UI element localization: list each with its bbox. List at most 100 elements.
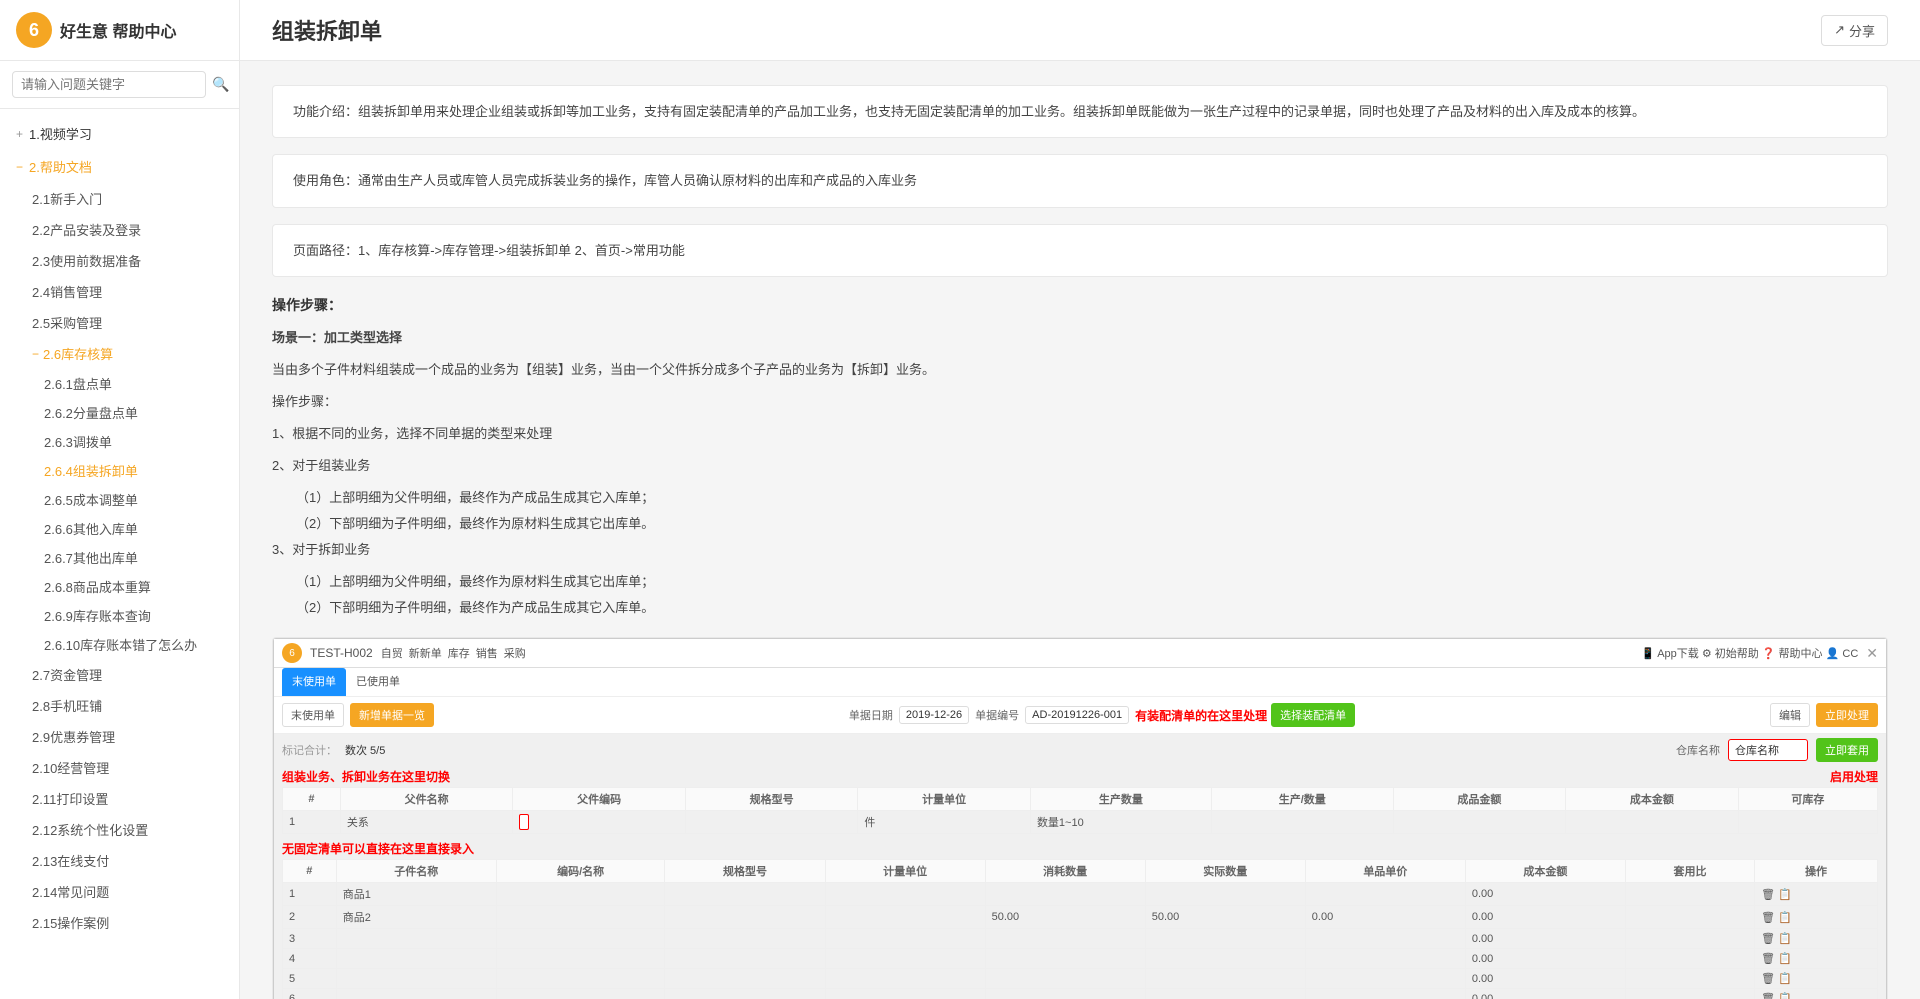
sidebar-item-2.6.6[interactable]: 2.6.6其他入库单 xyxy=(0,514,239,543)
mock-form-row: 标记合计： 数次 5/5 仓库名称 仓库名称 立即套用 xyxy=(274,734,1886,766)
sidebar-item-2.6.8[interactable]: 2.6.8商品成本重算 xyxy=(0,572,239,601)
mock-btn-confirm[interactable]: 选择装配清单 xyxy=(1271,703,1355,727)
sidebar: 6 好生意 帮助中心 🔍 + 1.视频学习 − 2.帮助文档 2.1新手入门 2… xyxy=(0,0,240,999)
sidebar-item-2.6.9[interactable]: 2.6.9库存账本查询 xyxy=(0,601,239,630)
mock-btn-apply[interactable]: 立即套用 xyxy=(1816,738,1878,762)
mock-lower-r2-0: 2 xyxy=(283,906,337,929)
mock-lower-r1-7 xyxy=(1305,883,1465,906)
mock-lower-th-6: 实际数量 xyxy=(1145,860,1305,883)
mock-form-right: 仓库名称 仓库名称 立即套用 xyxy=(1676,738,1878,762)
mock-lower-r2-7: 0.00 xyxy=(1305,906,1465,929)
mock-upper-td-3 xyxy=(685,811,858,834)
mock-lower-r1-2 xyxy=(496,883,665,906)
sidebar-item-2.2[interactable]: 2.2产品安装及登录 xyxy=(0,214,239,245)
mock-upper-th-8: 成本金额 xyxy=(1566,788,1739,811)
sidebar-item-2.6.2[interactable]: 2.6.2分量盘点单 xyxy=(0,398,239,427)
mock-upper-table: # 父件名称 父件编码 规格型号 计量单位 生产数量 生产/数量 成品金额 成本… xyxy=(282,787,1878,834)
mock-lower-r1-4 xyxy=(825,883,985,906)
minus-icon-2.6: − xyxy=(32,347,39,361)
step2: 2、对于组装业务 xyxy=(272,453,1888,479)
mock-btn-new[interactable]: 末使用单 xyxy=(282,703,344,727)
sidebar-item-videos[interactable]: + 1.视频学习 xyxy=(0,117,239,150)
sidebar-item-2.1[interactable]: 2.1新手入门 xyxy=(0,183,239,214)
mock-close-icon[interactable]: ✕ xyxy=(1866,645,1878,662)
mock-lower-table: # 子件名称 编码/名称 规格型号 计量单位 消耗数量 实际数量 单品单价 成本… xyxy=(282,859,1878,999)
sidebar-item-2.6.5[interactable]: 2.6.5成本调整单 xyxy=(0,485,239,514)
mock-date-value[interactable]: 2019-12-26 xyxy=(899,706,969,724)
sidebar-item-2.6.1[interactable]: 2.6.1盘点单 xyxy=(0,369,239,398)
mock-count-value: 数次 5/5 xyxy=(345,742,385,758)
share-button[interactable]: ↗ 分享 xyxy=(1821,15,1888,46)
path-text: 页面路径：1、库存核算->库存管理->组装拆卸单 2、首页->常用功能 xyxy=(293,239,1867,262)
site-title: 好生意 帮助中心 xyxy=(60,18,176,42)
mock-lower-r1-0: 1 xyxy=(283,883,337,906)
sidebar-item-2.15[interactable]: 2.15操作案例 xyxy=(0,907,239,938)
sidebar-item-2.3[interactable]: 2.3使用前数据准备 xyxy=(0,245,239,276)
mock-warehouse-input[interactable]: 仓库名称 xyxy=(1728,739,1808,761)
mock-upper-th-2: 父件编码 xyxy=(513,788,686,811)
mock-lower-r1-5 xyxy=(985,883,1145,906)
mock-nav-item-5[interactable]: 采购 xyxy=(504,645,526,661)
sidebar-header: 6 好生意 帮助中心 xyxy=(0,0,239,61)
annotation3-text: 组装业务、拆卸业务在这里切换 xyxy=(282,768,450,785)
mock-upper-td-4: 件 xyxy=(858,811,1031,834)
mock-upper-td-0: 1 xyxy=(283,811,341,834)
mock-toolbar-left: 末使用单 新增单据一览 xyxy=(282,703,434,727)
sidebar-item-2.4[interactable]: 2.4销售管理 xyxy=(0,276,239,307)
mock-upper-th-5: 生产数量 xyxy=(1030,788,1211,811)
mock-btn-new2[interactable]: 新增单据一览 xyxy=(350,703,434,727)
mock-tabs: 末使用单 已使用单 xyxy=(274,668,1886,697)
mock-nav: 自贸 新新单 库存 销售 采购 xyxy=(381,645,526,661)
mock-upper-td-9 xyxy=(1738,811,1877,834)
share-icon: ↗ xyxy=(1834,22,1845,38)
mock-btn-edit[interactable]: 编辑 xyxy=(1770,703,1810,727)
mock-upper-th-4: 计量单位 xyxy=(858,788,1031,811)
sidebar-item-2.6.4[interactable]: 2.6.4组装拆卸单 xyxy=(0,456,239,485)
mock-btn-submit[interactable]: 立即处理 xyxy=(1816,703,1878,727)
page-title: 组装拆卸单 xyxy=(272,14,382,46)
mock-lower-r1-10: 🗑 📋 xyxy=(1755,883,1878,906)
sidebar-item-2.7[interactable]: 2.7资金管理 xyxy=(0,659,239,690)
sidebar-item-2.14[interactable]: 2.14常见问题 xyxy=(0,876,239,907)
mock-tab-1[interactable]: 末使用单 xyxy=(282,668,346,696)
mock-lower-th-7: 单品单价 xyxy=(1305,860,1465,883)
mock-nav-item-2[interactable]: 新新单 xyxy=(409,645,442,661)
mock-tab-2[interactable]: 已使用单 xyxy=(346,668,410,696)
mock-inline-input[interactable] xyxy=(519,814,529,830)
table-row: 1 关系 件 数量1~10 xyxy=(283,811,1878,834)
minus-icon: − xyxy=(16,160,23,174)
table-row: 60.00🗑 📋 xyxy=(283,989,1878,999)
mock-nav-item-3[interactable]: 库存 xyxy=(448,645,470,661)
sidebar-item-2.8[interactable]: 2.8手机旺铺 xyxy=(0,690,239,721)
table-row: 50.00🗑 📋 xyxy=(283,969,1878,989)
mock-number-value[interactable]: AD-20191226-001 xyxy=(1025,706,1129,724)
main-area: 组装拆卸单 ↗ 分享 功能介绍：组装拆卸单用来处理企业组装或拆卸等加工业务，支持… xyxy=(240,0,1920,999)
sidebar-item-2.9[interactable]: 2.9优惠券管理 xyxy=(0,721,239,752)
logo-icon: 6 xyxy=(16,12,52,48)
sidebar-item-2.6.7[interactable]: 2.6.7其他出库单 xyxy=(0,543,239,572)
sidebar-item-2.6[interactable]: − 2.6库存核算 xyxy=(0,338,239,369)
sidebar-item-2.13[interactable]: 2.13在线支付 xyxy=(0,845,239,876)
role-block: 使用角色：通常由生产人员或库管人员完成拆装业务的操作，库管人员确认原材料的出库和… xyxy=(272,154,1888,207)
sidebar-item-2.5[interactable]: 2.5采购管理 xyxy=(0,307,239,338)
mock-nav-item-1[interactable]: 自贸 xyxy=(381,645,403,661)
sidebar-item-2.11[interactable]: 2.11打印设置 xyxy=(0,783,239,814)
mock-nav-item-4[interactable]: 销售 xyxy=(476,645,498,661)
sidebar-item-2.6.10[interactable]: 2.6.10库存账本错了怎么办 xyxy=(0,630,239,659)
sidebar-item-2.10[interactable]: 2.10经营管理 xyxy=(0,752,239,783)
sidebar-item-2.12[interactable]: 2.12系统个性化设置 xyxy=(0,814,239,845)
mock-form-middle: 单据日期 2019-12-26 单据编号 AD-20191226-001 有装配… xyxy=(849,703,1355,727)
sidebar-item-2.6.3[interactable]: 2.6.3调拨单 xyxy=(0,427,239,456)
mock-title: TEST-H002 xyxy=(310,646,373,660)
table-row: 30.00🗑 📋 xyxy=(283,929,1878,949)
search-icon[interactable]: 🔍 xyxy=(212,76,229,93)
mock-lower-table-body: 1 商品1 0.00 🗑 📋 xyxy=(283,883,1878,999)
sidebar-item-docs[interactable]: − 2.帮助文档 xyxy=(0,150,239,183)
step1: 1、根据不同的业务，选择不同单据的类型来处理 xyxy=(272,421,1888,447)
table-row: 40.00🗑 📋 xyxy=(283,949,1878,969)
mock-toolbar-1: 末使用单 新增单据一览 单据日期 2019-12-26 单据编号 AD-2019… xyxy=(274,697,1886,734)
mock-upper-table-header: # 父件名称 父件编码 规格型号 计量单位 生产数量 生产/数量 成品金额 成本… xyxy=(283,788,1878,811)
mock-upper-td-5: 数量1~10 xyxy=(1030,811,1211,834)
search-input[interactable] xyxy=(12,71,206,98)
mock-upper-td-1: 关系 xyxy=(340,811,513,834)
